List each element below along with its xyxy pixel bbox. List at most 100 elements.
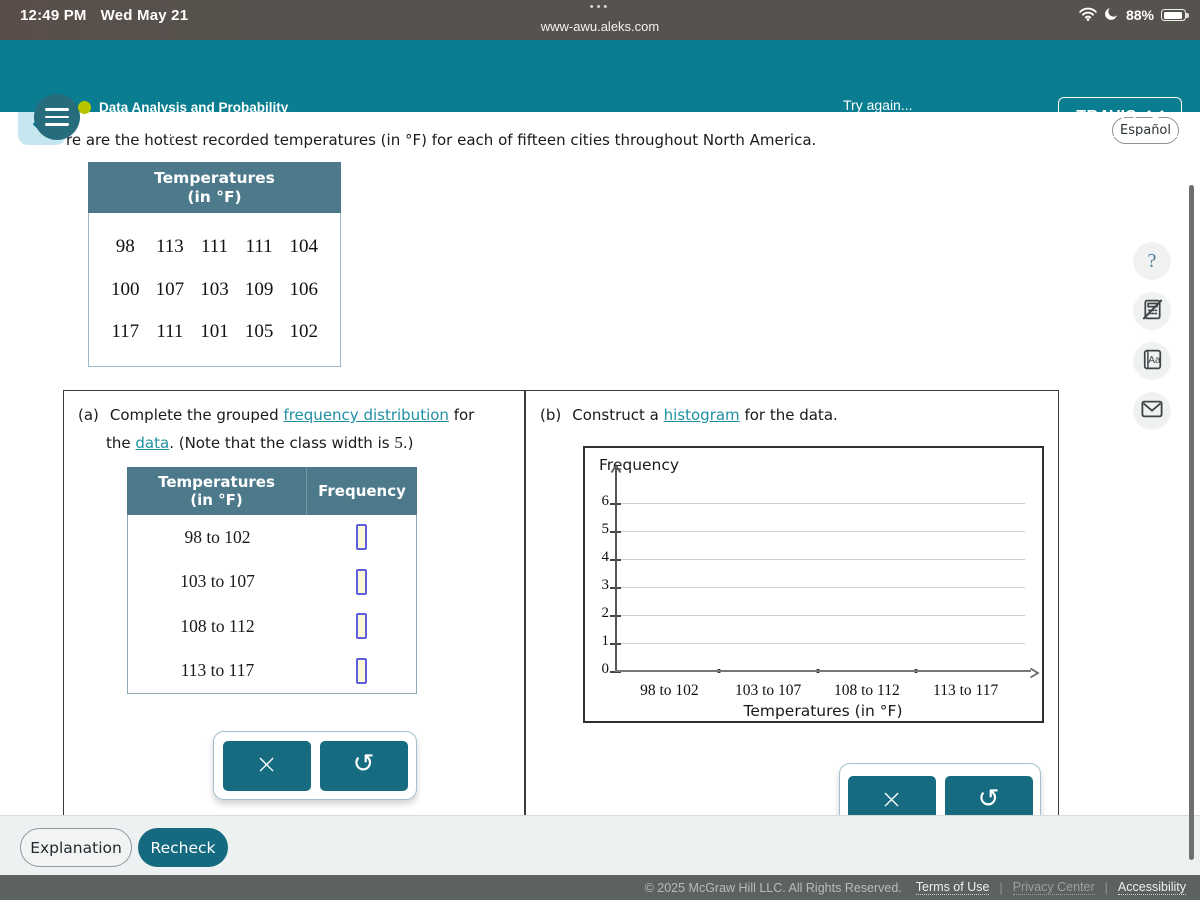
temperatures-data-table: Temperatures (in °F) 98 113 111 111 104 100 10…	[88, 162, 341, 367]
calculator-off-icon	[1141, 298, 1164, 325]
envelope-icon	[1140, 399, 1164, 423]
y-tick-label: 3	[601, 577, 610, 593]
data-table-row: 117 111 101 105 102	[89, 321, 340, 343]
temperature-value: 107	[155, 278, 185, 300]
message-button[interactable]	[1133, 392, 1171, 430]
x-category-label: 98 to 102	[640, 682, 699, 699]
scrollbar[interactable]	[1189, 185, 1194, 860]
clear-answer-button[interactable]: ×	[222, 740, 311, 791]
gridline	[616, 559, 1025, 560]
y-axis-arrow-icon	[610, 459, 622, 478]
frequency-table-row: 108 to 112	[128, 604, 416, 649]
bottom-action-bar: Explanation Recheck	[0, 815, 1200, 875]
frequency-input[interactable]	[356, 613, 367, 640]
progress-segment	[931, 121, 972, 132]
gridline	[616, 615, 1025, 616]
part-a-label: (a)	[78, 406, 99, 424]
aleks-header: Data Analysis and Probability Constructi…	[0, 40, 1200, 140]
y-tick-label: 4	[601, 549, 610, 565]
class-width-value: 5	[394, 433, 403, 452]
address-url[interactable]: www-awu.aleks.com	[0, 19, 1200, 34]
progress-segment	[843, 121, 884, 132]
answer-panels: (a) Complete the grouped frequency distri…	[63, 390, 1059, 840]
temperature-value: 111	[200, 235, 229, 257]
part-a-prompt: (a) Complete the grouped frequency distri…	[78, 406, 475, 452]
progress-count: 0/3	[982, 119, 1002, 135]
x-axis-arrow-icon	[1029, 664, 1040, 683]
battery-icon	[1161, 9, 1189, 21]
class-interval-label: 113 to 117	[180, 660, 255, 681]
gridline	[616, 643, 1025, 644]
y-tick-label: 0	[601, 661, 610, 677]
y-axis-line	[615, 468, 617, 672]
data-table-row: 98 113 111 111 104	[89, 236, 340, 258]
lesson-title: Constructing a frequency distribution an…	[78, 121, 480, 138]
temperature-value: 111	[245, 235, 273, 257]
frequency-table-body: 98 to 102 103 to 107 108 to 112 113 to 117	[127, 515, 417, 694]
data-table-row: 100 107 103 109 106	[89, 279, 340, 301]
y-tick-label: 1	[601, 633, 610, 649]
temperature-value: 117	[111, 321, 140, 343]
ios-status-bar: 12:49 PM Wed May 21 ••• www-awu.aleks.com…	[0, 0, 1200, 40]
dictionary-aa-icon: Aa	[1141, 348, 1164, 375]
temperature-value: 102	[289, 321, 318, 343]
wifi-icon	[1079, 7, 1097, 24]
attempt-status: Try again...	[843, 97, 913, 113]
temperature-value: 109	[244, 278, 274, 300]
dictionary-button[interactable]: Aa	[1133, 342, 1171, 380]
battery-percent: 88%	[1125, 7, 1154, 23]
temperature-value: 103	[200, 278, 229, 300]
question-mark-icon: ?	[1147, 249, 1157, 272]
y-tick-label: 5	[601, 521, 610, 537]
tab-overview-dots[interactable]: •••	[0, 1, 1200, 13]
help-button[interactable]: ?	[1133, 242, 1171, 280]
terms-of-use-link[interactable]: Terms of Use	[915, 880, 990, 895]
frequency-input[interactable]	[356, 657, 367, 684]
temperature-value: 101	[200, 321, 229, 343]
frequency-table-row: 103 to 107	[128, 560, 416, 605]
frequency-input[interactable]	[356, 568, 367, 595]
user-menu-button[interactable]: TRAVIS	[1058, 97, 1182, 137]
data-table-header: Temperatures (in °F)	[88, 162, 341, 213]
privacy-center-link[interactable]: Privacy Center	[1012, 880, 1095, 895]
histogram-link[interactable]: histogram	[664, 406, 740, 424]
part-b-prompt: (b) Construct a histogram for the data.	[540, 406, 838, 424]
explanation-button[interactable]: Explanation	[20, 828, 132, 867]
copyright-text: © 2025 McGraw Hill LLC. All Rights Reser…	[644, 880, 902, 895]
calculator-disabled-button[interactable]	[1133, 292, 1171, 330]
user-name: TRAVIS	[1076, 108, 1137, 125]
x-axis-line	[615, 670, 1031, 672]
x-category-label: 113 to 117	[933, 682, 999, 699]
recheck-button[interactable]: Recheck	[138, 828, 228, 867]
gridline	[616, 531, 1025, 532]
panel-divider	[524, 391, 526, 839]
class-interval-label: 98 to 102	[184, 526, 251, 547]
temperature-value: 105	[244, 321, 274, 343]
frequency-distribution-link[interactable]: frequency distribution	[283, 406, 448, 424]
undo-button[interactable]: ↺	[319, 740, 408, 791]
temperature-value: 104	[289, 235, 318, 257]
y-tick-label: 6	[601, 493, 610, 509]
part-a-answer-controls: × ↺	[213, 731, 417, 800]
gridline	[616, 503, 1025, 504]
frequency-table-header: Temperatures (in °F) Frequency	[127, 467, 417, 515]
temperature-value: 111	[156, 321, 184, 343]
progress-segment	[887, 121, 928, 132]
svg-text:Aa: Aa	[1148, 355, 1161, 366]
class-interval-label: 108 to 112	[180, 615, 255, 636]
frequency-table-row: 113 to 117	[128, 649, 416, 694]
x-category-label: 108 to 112	[834, 682, 900, 699]
menu-button[interactable]	[34, 94, 80, 140]
part-b-label: (b)	[540, 406, 562, 424]
x-category-label: 103 to 107	[734, 682, 802, 699]
frequency-input[interactable]	[356, 524, 367, 551]
focus-moon-icon	[1104, 6, 1119, 24]
gridline	[616, 587, 1025, 588]
data-link[interactable]: data	[135, 434, 169, 452]
histogram-chart[interactable]: Frequency 0 1 2 3 4 5 6 98 to 102 103 to 107 108 …	[583, 446, 1044, 723]
accessibility-link[interactable]: Accessibility	[1117, 880, 1186, 895]
data-table-body: 98 113 111 111 104 100 107 103 109 106 117 111 101 10…	[88, 213, 341, 367]
temperature-value: 100	[111, 278, 140, 300]
temperature-value: 106	[289, 278, 318, 300]
topic-name: Data Analysis and Probability	[99, 100, 289, 115]
